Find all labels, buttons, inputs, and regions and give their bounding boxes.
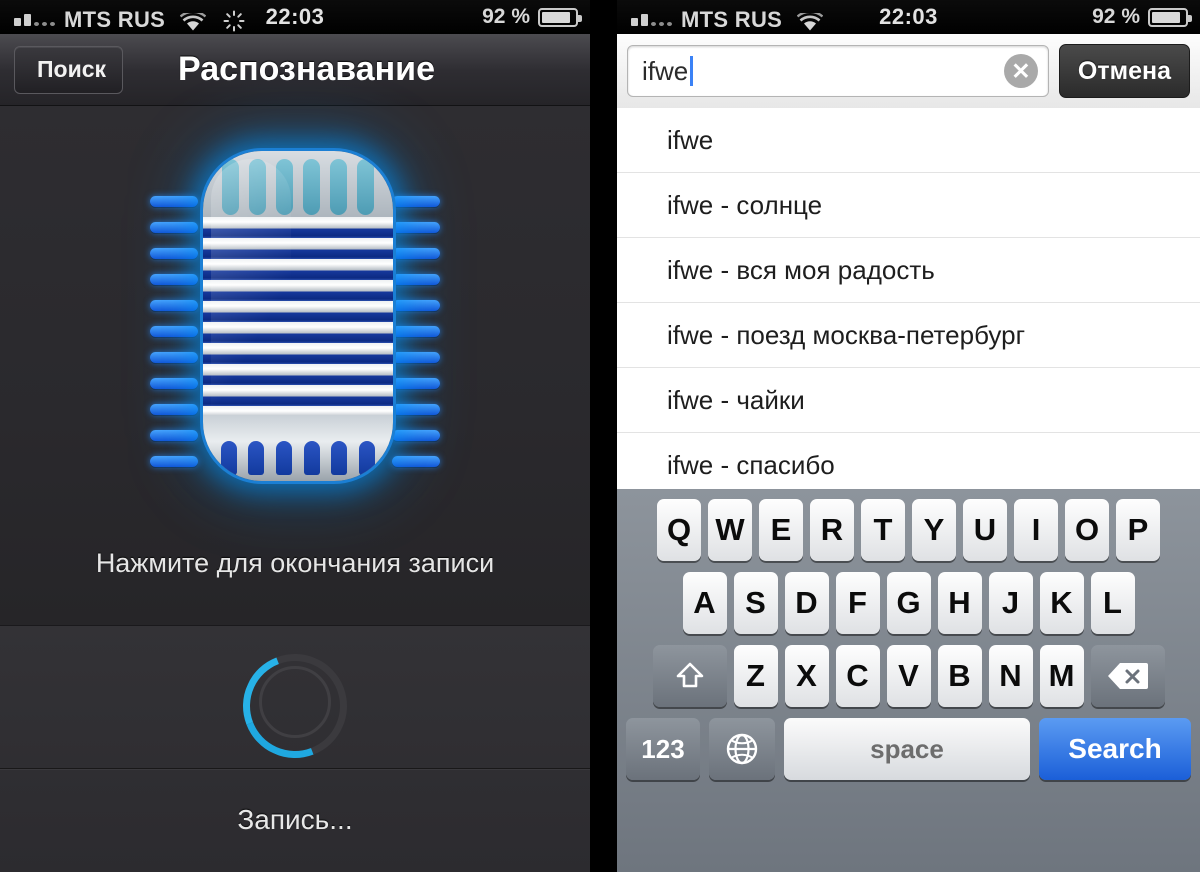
key-l[interactable]: L xyxy=(1090,572,1135,634)
search-input[interactable]: ifwe ✕ xyxy=(627,45,1049,97)
key-y[interactable]: Y xyxy=(912,499,956,561)
list-item[interactable]: ifwe xyxy=(617,108,1200,173)
key-d[interactable]: D xyxy=(784,572,829,634)
key-g[interactable]: G xyxy=(886,572,931,634)
divider xyxy=(0,768,590,769)
key-i[interactable]: I xyxy=(1014,499,1058,561)
recording-area: Нажмите для окончания записи xyxy=(0,106,590,625)
page-title: Распознавание xyxy=(178,50,435,88)
key-e[interactable]: E xyxy=(759,499,803,561)
vu-meter-right xyxy=(392,196,440,467)
key-k[interactable]: K xyxy=(1039,572,1084,634)
backspace-icon[interactable] xyxy=(1090,645,1165,707)
status-bar-right: MTS RUS 22:03 92 % xyxy=(617,0,1200,34)
shift-arrow-icon[interactable] xyxy=(652,645,727,707)
navigation-bar: Поиск Распознавание xyxy=(0,34,590,106)
back-button[interactable]: Поиск xyxy=(14,45,124,94)
key-w[interactable]: W xyxy=(708,499,752,561)
key-t[interactable]: T xyxy=(861,499,905,561)
key-f[interactable]: F xyxy=(835,572,880,634)
battery-icon xyxy=(1148,7,1192,27)
key-x[interactable]: X xyxy=(784,645,829,707)
key-j[interactable]: J xyxy=(988,572,1033,634)
key-m[interactable]: M xyxy=(1039,645,1084,707)
microphone-button[interactable] xyxy=(145,148,445,484)
key-u[interactable]: U xyxy=(963,499,1007,561)
cancel-button-label: Отмена xyxy=(1077,56,1171,85)
key-p[interactable]: P xyxy=(1116,499,1160,561)
on-screen-keyboard: Q W E R T Y U I O P A S D F G H J K L Z … xyxy=(617,489,1200,872)
list-item[interactable]: ifwe - чайки xyxy=(617,368,1200,433)
search-bar: ifwe ✕ Отмена xyxy=(617,34,1200,108)
key-v[interactable]: V xyxy=(886,645,931,707)
key-q[interactable]: Q xyxy=(657,499,701,561)
microphone-icon xyxy=(200,148,396,484)
key-n[interactable]: N xyxy=(988,645,1033,707)
key-a[interactable]: A xyxy=(682,572,727,634)
status-bar-left: MTS RUS 22:03 92 % xyxy=(0,0,590,34)
key-o[interactable]: O xyxy=(1065,499,1109,561)
battery-percent-label: 92 % xyxy=(1092,5,1140,28)
space-key[interactable]: space xyxy=(784,718,1030,780)
status-bar-right-group-2: 92 % xyxy=(1092,5,1192,29)
keyboard-row-4: 123 space Search xyxy=(617,718,1200,780)
recording-status-panel: Запись... xyxy=(0,625,590,872)
list-item[interactable]: ifwe - поезд москва-петербург xyxy=(617,303,1200,368)
microphone-gloss xyxy=(211,159,291,470)
status-bar-right-group: 92 % xyxy=(482,5,582,29)
recording-status-label: Запись... xyxy=(237,804,353,835)
battery-icon xyxy=(538,7,582,27)
clear-circle-icon[interactable]: ✕ xyxy=(1003,54,1038,88)
search-input-value: ifwe xyxy=(642,55,689,86)
key-b[interactable]: B xyxy=(937,645,982,707)
key-r[interactable]: R xyxy=(810,499,854,561)
list-item[interactable]: ifwe - вся моя радость xyxy=(617,238,1200,303)
numbers-key[interactable]: 123 xyxy=(626,718,700,780)
keyboard-row-1: Q W E R T Y U I O P xyxy=(617,499,1200,561)
key-z[interactable]: Z xyxy=(733,645,778,707)
keyboard-row-2: A S D F G H J K L xyxy=(617,572,1200,634)
text-cursor xyxy=(690,56,694,86)
left-phone-screen: MTS RUS 22:03 92 % Поиск Распознавание Н… xyxy=(0,0,590,872)
globe-icon[interactable] xyxy=(709,718,775,780)
key-c[interactable]: C xyxy=(835,645,880,707)
back-button-label: Поиск xyxy=(37,56,107,82)
recording-hint-label: Нажмите для окончания записи xyxy=(95,548,495,578)
vu-meter-left xyxy=(150,196,198,467)
cancel-button[interactable]: Отмена xyxy=(1058,44,1190,98)
key-h[interactable]: H xyxy=(937,572,982,634)
right-phone-screen: MTS RUS 22:03 92 % ifwe ✕ Отмена ifwe if… xyxy=(617,0,1200,872)
key-s[interactable]: S xyxy=(733,572,778,634)
loading-ring-inner xyxy=(259,666,331,738)
list-item[interactable]: ifwe - солнце xyxy=(617,173,1200,238)
screenshot-root: MTS RUS 22:03 92 % Поиск Распознавание Н… xyxy=(0,0,1200,872)
keyboard-row-3: Z X C V B N M xyxy=(617,645,1200,707)
search-key[interactable]: Search xyxy=(1039,718,1191,780)
battery-percent-label: 92 % xyxy=(482,5,530,28)
